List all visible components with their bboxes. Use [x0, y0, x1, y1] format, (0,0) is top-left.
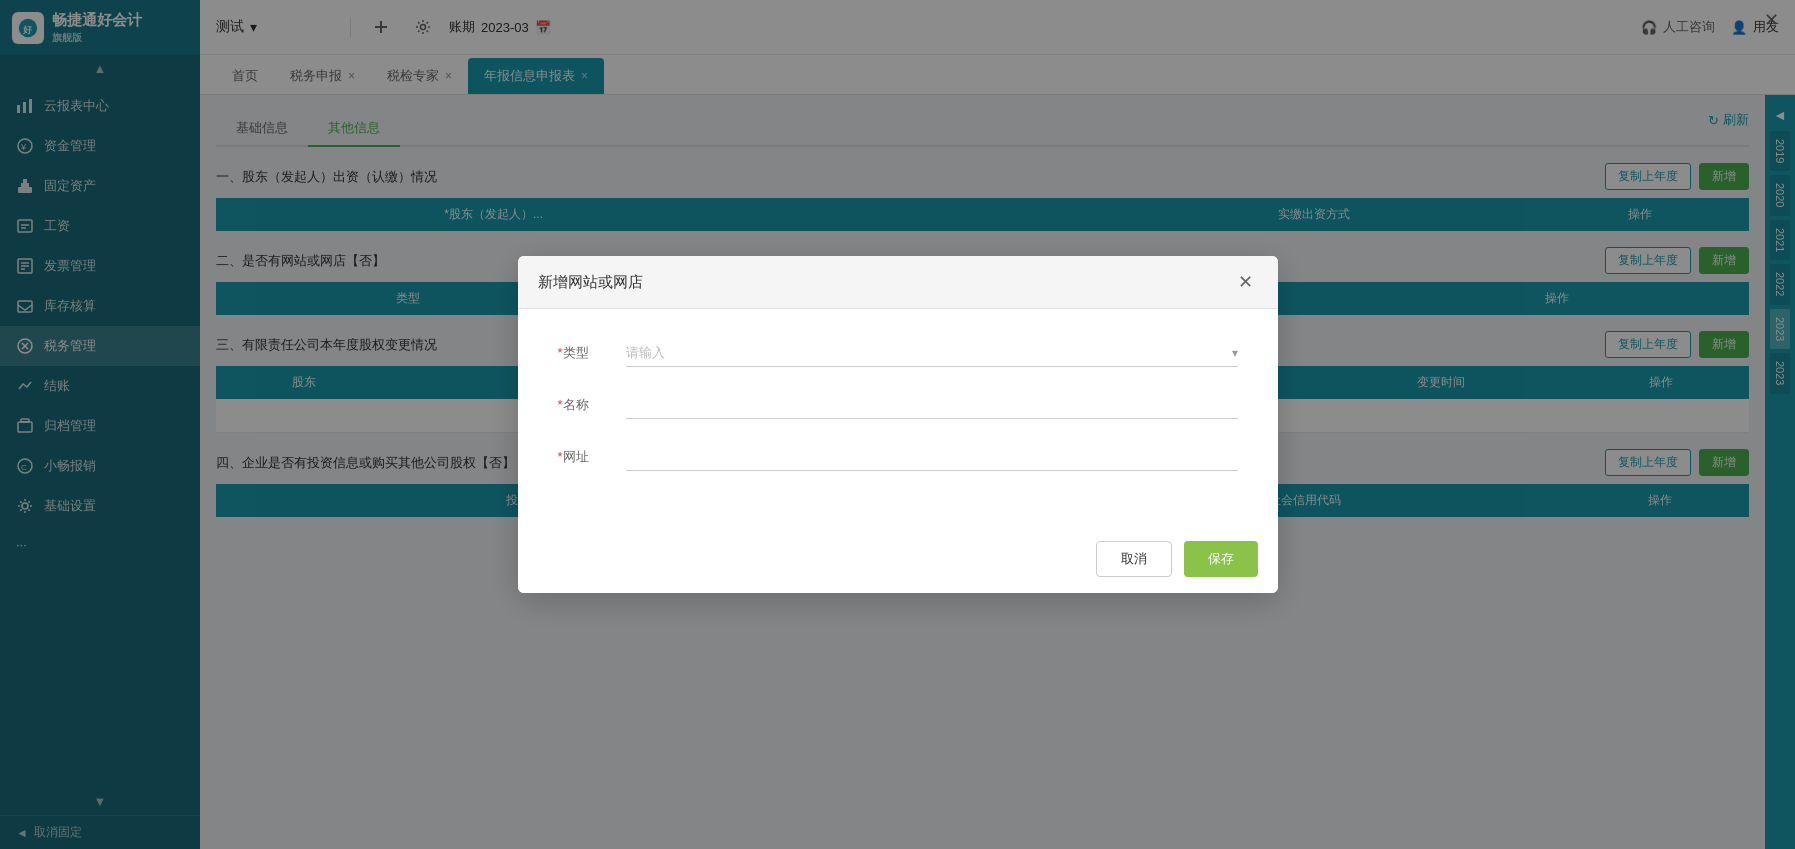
modal-header: 新增网站或网店 ✕ — [518, 256, 1278, 309]
form-row-type: *类型 ▾ — [558, 339, 1238, 367]
url-label: *网址 — [558, 448, 618, 466]
form-field-type: *类型 ▾ — [558, 339, 1238, 367]
required-star: * — [558, 397, 563, 412]
name-label: *名称 — [558, 396, 618, 414]
url-input-wrap — [626, 443, 1238, 471]
modal-close-btn[interactable]: ✕ — [1234, 270, 1258, 294]
form-row-url: *网址 — [558, 443, 1238, 471]
add-website-modal: 新增网站或网店 ✕ *类型 ▾ *名 — [518, 256, 1278, 593]
modal-body: *类型 ▾ *名称 — [518, 309, 1278, 525]
cancel-button[interactable]: 取消 — [1096, 541, 1172, 577]
type-label: *类型 — [558, 344, 618, 362]
form-row-name: *名称 — [558, 391, 1238, 419]
name-input[interactable] — [626, 397, 1238, 412]
form-field-name: *名称 — [558, 391, 1238, 419]
required-star: * — [558, 345, 563, 360]
modal-title: 新增网站或网店 — [538, 273, 643, 292]
type-input-wrap: ▾ — [626, 339, 1238, 367]
url-input[interactable] — [626, 449, 1238, 464]
name-input-wrap — [626, 391, 1238, 419]
form-field-url: *网址 — [558, 443, 1238, 471]
required-star: * — [558, 449, 563, 464]
type-input[interactable] — [626, 345, 1232, 360]
dropdown-arrow-icon: ▾ — [1232, 346, 1238, 360]
modal-footer: 取消 保存 — [518, 525, 1278, 593]
modal-overlay: 新增网站或网店 ✕ *类型 ▾ *名 — [0, 0, 1795, 849]
save-button[interactable]: 保存 — [1184, 541, 1258, 577]
